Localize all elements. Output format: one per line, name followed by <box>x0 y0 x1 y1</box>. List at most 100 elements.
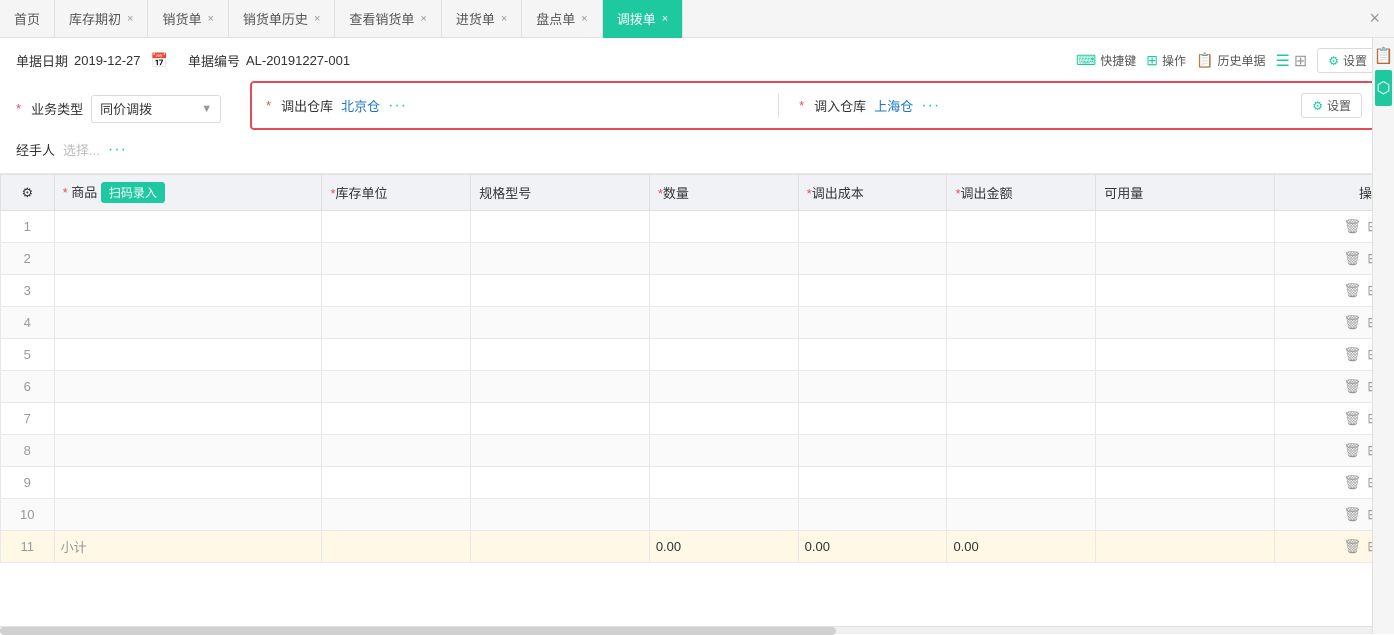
layout-grid-icon[interactable]: ⊞ <box>1294 51 1307 71</box>
spec-cell[interactable] <box>471 499 650 531</box>
qty-cell[interactable] <box>649 243 798 275</box>
unit-cell[interactable] <box>322 467 471 499</box>
business-type-select[interactable]: 同价调拨 ▼ <box>91 95 221 123</box>
tab-purchase[interactable]: 进货单 × <box>442 0 522 38</box>
qty-cell[interactable] <box>649 307 798 339</box>
tab-sales-history[interactable]: 销货单历史 × <box>229 0 335 38</box>
row-delete-icon[interactable]: 🗑 <box>1343 282 1361 299</box>
spec-cell[interactable] <box>471 403 650 435</box>
tab-view-sales[interactable]: 查看销货单 × <box>335 0 441 38</box>
qty-cell[interactable] <box>649 467 798 499</box>
scan-input-button[interactable]: 扫码录入 <box>101 182 165 203</box>
amount-cell[interactable] <box>947 371 1096 403</box>
unit-cell[interactable] <box>322 403 471 435</box>
amount-cell[interactable] <box>947 307 1096 339</box>
row-delete-icon[interactable]: 🗑 <box>1343 346 1361 363</box>
qty-cell[interactable] <box>649 339 798 371</box>
warehouse-setting-button[interactable]: ⚙ 设置 <box>1301 93 1362 118</box>
row-delete-icon[interactable]: 🗑 <box>1343 442 1361 459</box>
tab-inventory-init-close[interactable]: × <box>127 13 133 25</box>
cost-cell[interactable] <box>798 467 947 499</box>
unit-cell[interactable] <box>322 371 471 403</box>
cost-cell[interactable] <box>798 211 947 243</box>
cost-cell[interactable] <box>798 403 947 435</box>
scrollbar-area[interactable] <box>0 626 1394 634</box>
product-cell[interactable] <box>54 243 322 275</box>
available-cell[interactable] <box>1096 403 1275 435</box>
amount-cell[interactable] <box>947 211 1096 243</box>
amount-cell[interactable] <box>947 243 1096 275</box>
amount-cell[interactable] <box>947 275 1096 307</box>
amount-cell[interactable] <box>947 435 1096 467</box>
qty-cell[interactable] <box>649 435 798 467</box>
tab-view-sales-close[interactable]: × <box>420 13 426 25</box>
tab-inventory-init[interactable]: 库存期初 × <box>55 0 148 38</box>
tab-stocktake-close[interactable]: × <box>581 13 587 25</box>
spec-cell[interactable] <box>471 211 650 243</box>
available-cell[interactable] <box>1096 243 1275 275</box>
available-cell[interactable] <box>1096 467 1275 499</box>
calendar-icon[interactable]: 📅 <box>151 52 168 69</box>
unit-cell[interactable] <box>322 275 471 307</box>
handler-more-button[interactable]: ··· <box>108 141 127 159</box>
handler-placeholder[interactable]: 选择... <box>63 140 100 159</box>
row-delete-icon[interactable]: 🗑 <box>1343 250 1361 267</box>
row-delete-icon[interactable]: 🗑 <box>1343 378 1361 395</box>
amount-cell[interactable] <box>947 499 1096 531</box>
operation-button[interactable]: ⊞ 操作 <box>1146 52 1186 69</box>
setting-button[interactable]: ⚙ 设置 <box>1317 48 1378 73</box>
tab-sales-order-close[interactable]: × <box>207 13 213 25</box>
product-cell[interactable] <box>54 339 322 371</box>
product-cell[interactable] <box>54 211 322 243</box>
cost-cell[interactable] <box>798 499 947 531</box>
history-button[interactable]: 📋 历史单据 <box>1196 52 1265 69</box>
panel-note-icon[interactable]: 📋 <box>1374 46 1394 66</box>
tab-home[interactable]: 首页 <box>4 0 55 38</box>
unit-cell[interactable] <box>322 499 471 531</box>
out-warehouse-more-button[interactable]: ··· <box>388 97 407 115</box>
cost-cell[interactable] <box>798 435 947 467</box>
available-cell[interactable] <box>1096 499 1275 531</box>
available-cell[interactable] <box>1096 371 1275 403</box>
tab-sales-history-close[interactable]: × <box>314 13 320 25</box>
tab-transfer[interactable]: 调拨单 × <box>603 0 683 38</box>
qty-cell[interactable] <box>649 371 798 403</box>
row-delete-icon[interactable]: 🗑 <box>1343 506 1361 523</box>
window-close-button[interactable]: × <box>1359 8 1390 29</box>
spec-cell[interactable] <box>471 467 650 499</box>
spec-cell[interactable] <box>471 435 650 467</box>
layout-list-icon[interactable]: ☰ <box>1275 51 1289 71</box>
available-cell[interactable] <box>1096 307 1275 339</box>
product-cell[interactable] <box>54 307 322 339</box>
spec-cell[interactable] <box>471 371 650 403</box>
cost-cell[interactable] <box>798 339 947 371</box>
cost-cell[interactable] <box>798 371 947 403</box>
col-settings[interactable]: ⚙ <box>1 175 55 211</box>
amount-cell[interactable] <box>947 467 1096 499</box>
subtotal-delete-icon[interactable]: 🗑 <box>1343 538 1361 555</box>
product-cell[interactable] <box>54 403 322 435</box>
unit-cell[interactable] <box>322 211 471 243</box>
panel-expand-icon[interactable]: ⬡ <box>1375 70 1393 106</box>
tab-stocktake[interactable]: 盘点单 × <box>522 0 602 38</box>
amount-cell[interactable] <box>947 403 1096 435</box>
qty-cell[interactable] <box>649 211 798 243</box>
cost-cell[interactable] <box>798 243 947 275</box>
spec-cell[interactable] <box>471 243 650 275</box>
tab-purchase-close[interactable]: × <box>501 13 507 25</box>
cost-cell[interactable] <box>798 275 947 307</box>
available-cell[interactable] <box>1096 435 1275 467</box>
tab-transfer-close[interactable]: × <box>662 13 668 25</box>
qty-cell[interactable] <box>649 275 798 307</box>
product-cell[interactable] <box>54 371 322 403</box>
spec-cell[interactable] <box>471 275 650 307</box>
product-cell[interactable] <box>54 275 322 307</box>
row-delete-icon[interactable]: 🗑 <box>1343 410 1361 427</box>
unit-cell[interactable] <box>322 307 471 339</box>
available-cell[interactable] <box>1096 275 1275 307</box>
table-scroll-area[interactable]: ⚙ * 商品 扫码录入 *库存单位 规格型号 *数量 *调出 <box>0 174 1394 626</box>
shortcut-button[interactable]: ⌨ 快捷键 <box>1076 52 1136 69</box>
spec-cell[interactable] <box>471 307 650 339</box>
cost-cell[interactable] <box>798 307 947 339</box>
row-delete-icon[interactable]: 🗑 <box>1343 218 1361 235</box>
